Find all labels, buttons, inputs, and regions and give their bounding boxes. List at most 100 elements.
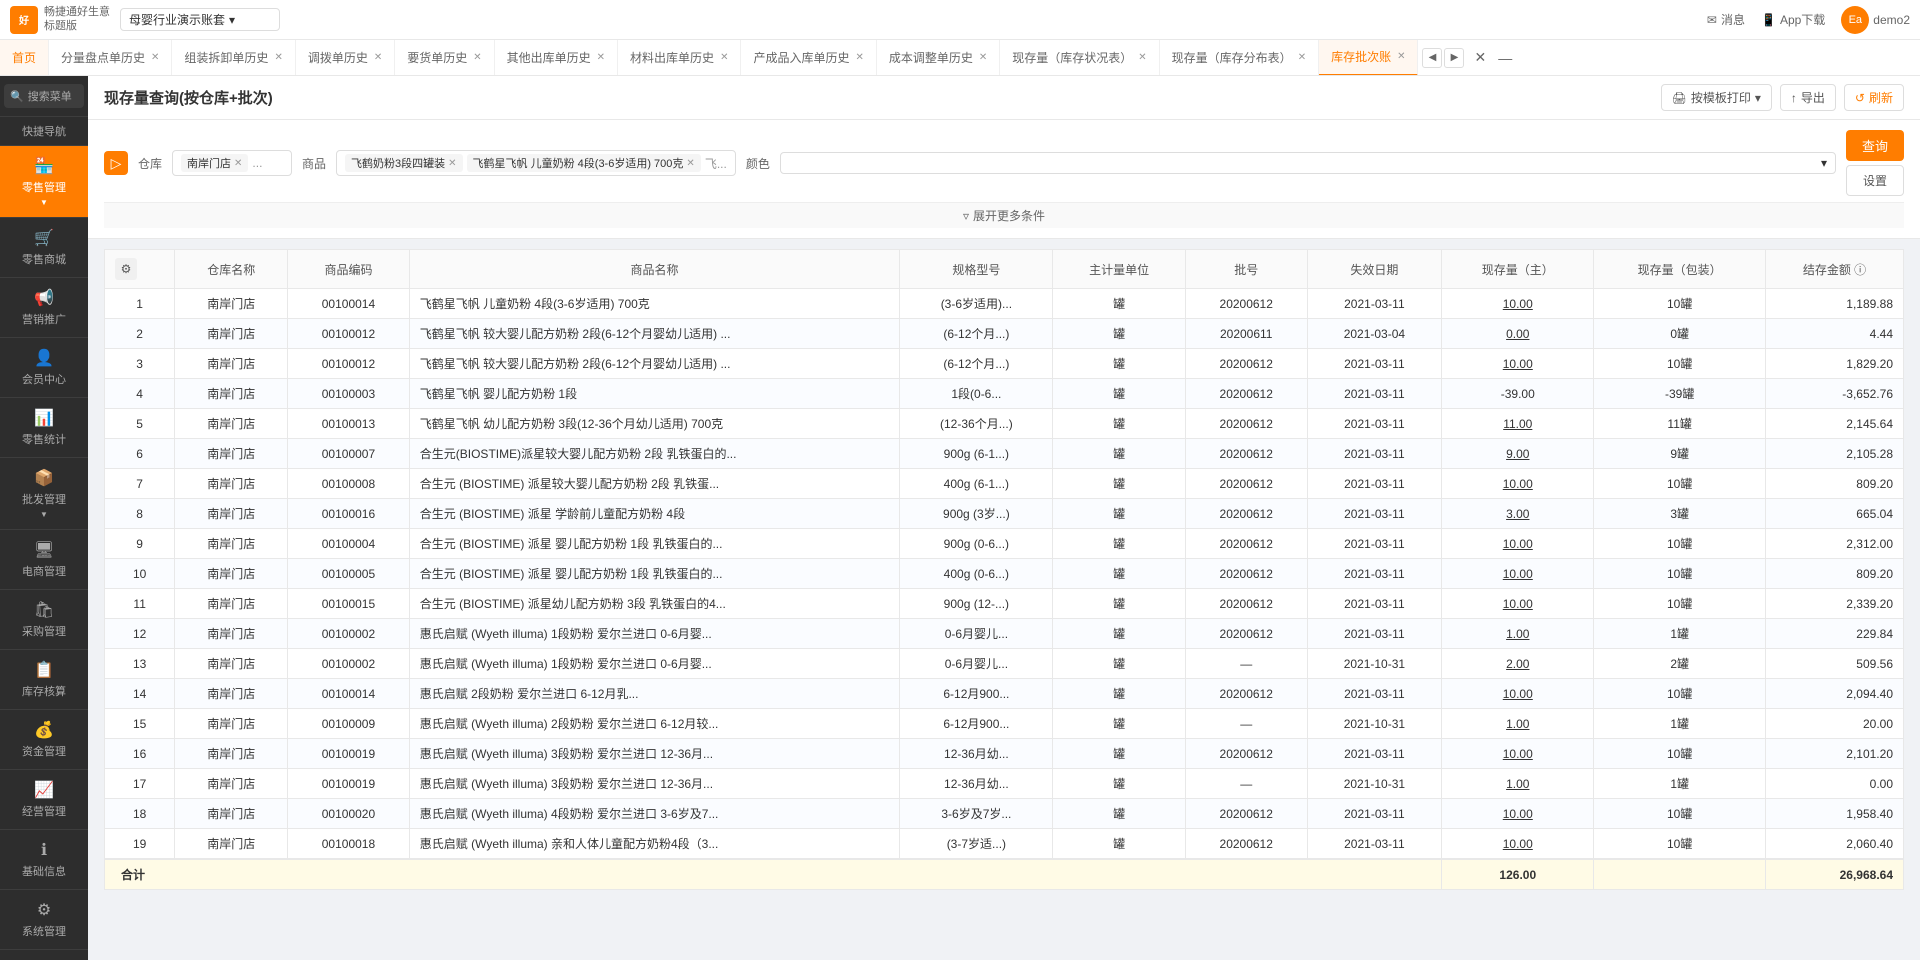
row-qty-main[interactable]: 10.00 (1442, 679, 1594, 709)
purchase-icon: 🛍 (34, 600, 54, 620)
row-qty-main[interactable]: 10.00 (1442, 469, 1594, 499)
filter-expand-left-button[interactable]: ▷ (104, 151, 128, 175)
row-expire: 2021-03-11 (1307, 499, 1442, 529)
row-qty-pkg: 10罐 (1594, 349, 1766, 379)
nav-close-all[interactable]: ✕ (1468, 49, 1492, 66)
tab-inventory-status[interactable]: 现存量（库存状况表） ✕ (1000, 40, 1159, 76)
warehouse-selector[interactable]: 母婴行业演示账套 ▾ (120, 8, 280, 31)
row-qty-main[interactable]: 3.00 (1442, 499, 1594, 529)
row-qty-main[interactable]: 10.00 (1442, 349, 1594, 379)
search-menu[interactable]: 🔍 搜索菜单 (4, 84, 84, 108)
row-qty-main[interactable]: 10.00 (1442, 589, 1594, 619)
close-icon[interactable]: ✕ (979, 52, 987, 63)
close-icon[interactable]: ✕ (1397, 51, 1405, 62)
row-batch: 20200612 (1185, 619, 1307, 649)
close-icon[interactable]: ✕ (855, 52, 863, 63)
row-qty-main[interactable]: 10.00 (1442, 739, 1594, 769)
close-icon[interactable]: ✕ (1138, 52, 1146, 63)
close-icon[interactable]: ✕ (597, 52, 605, 63)
tab-material-out-history[interactable]: 材料出库单历史 ✕ (618, 40, 741, 76)
nav-next-arrow[interactable]: ▶ (1444, 48, 1464, 68)
row-name: 合生元 (BIOSTIME) 派星 婴儿配方奶粉 1段 乳铁蛋白的... (409, 529, 900, 559)
row-unit: 罐 (1053, 649, 1185, 679)
row-batch: 20200612 (1185, 559, 1307, 589)
close-icon[interactable]: ✕ (1298, 52, 1306, 63)
sidebar-search-area[interactable]: 🔍 搜索菜单 (0, 76, 88, 117)
sidebar-item-system[interactable]: ⚙ 系统管理 (0, 890, 88, 950)
close-icon[interactable]: ✕ (151, 52, 159, 63)
advance-toggle[interactable]: ▿ 展开更多条件 (104, 202, 1904, 228)
template-print-button[interactable]: 🖨 按模板打印 ▾ (1661, 84, 1772, 111)
export-button[interactable]: ↑ 导出 (1780, 84, 1836, 111)
tab-transfer-history[interactable]: 调拨单历史 ✕ (296, 40, 395, 76)
row-qty-main[interactable]: 2.00 (1442, 649, 1594, 679)
sidebar-item-retail-stats[interactable]: 📊 零售统计 (0, 398, 88, 458)
tab-assembly-history[interactable]: 组装拆卸单历史 ✕ (172, 40, 295, 76)
sidebar-item-marketing[interactable]: 📢 营销推广 (0, 278, 88, 338)
tab-cost-adjust-history[interactable]: 成本调整单历史 ✕ (877, 40, 1000, 76)
filter-more-dots[interactable]: ... (252, 156, 262, 170)
message-action[interactable]: ✉ 消息 (1707, 11, 1745, 28)
row-unit: 罐 (1053, 829, 1185, 860)
row-qty-main[interactable]: 10.00 (1442, 529, 1594, 559)
close-icon[interactable]: ✕ (473, 52, 481, 63)
sidebar-item-wholesale[interactable]: 📦 批发管理 ▼ (0, 458, 88, 530)
row-qty-main[interactable]: 11.00 (1442, 409, 1594, 439)
row-qty-main[interactable]: 10.00 (1442, 289, 1594, 319)
row-qty-main[interactable]: 1.00 (1442, 769, 1594, 799)
close-icon[interactable]: ✕ (374, 52, 382, 63)
sidebar-item-operations[interactable]: 📈 经营管理 (0, 770, 88, 830)
close-icon[interactable]: ✕ (274, 52, 282, 63)
row-qty-main[interactable]: 1.00 (1442, 709, 1594, 739)
nav-minimize[interactable]: — (1492, 50, 1518, 66)
chevron-down-icon: ▾ (1755, 91, 1761, 105)
settings-button[interactable]: 设置 (1846, 165, 1904, 196)
sidebar-item-finance[interactable]: 💰 资金管理 (0, 710, 88, 770)
column-settings-button[interactable]: ⚙ (115, 258, 137, 280)
table-row: 18 南岸门店 00100020 惠氏启赋 (Wyeth illuma) 4段奶… (105, 799, 1904, 829)
sidebar-item-retail-management[interactable]: 🏪 零售管理 ▼ (0, 146, 88, 218)
row-spec: 900g (12-...) (900, 589, 1053, 619)
row-qty-main[interactable]: 9.00 (1442, 439, 1594, 469)
close-icon[interactable]: ✕ (720, 52, 728, 63)
sidebar-item-purchase[interactable]: 🛍 采购管理 (0, 590, 88, 650)
tab-home[interactable]: 首页 (0, 40, 49, 76)
row-num: 5 (105, 409, 175, 439)
warehouse-tag-close[interactable]: ✕ (234, 158, 242, 169)
row-qty-main[interactable]: -39.00 (1442, 379, 1594, 409)
sidebar-item-inventory[interactable]: 📋 库存核算 (0, 650, 88, 710)
app-download-action[interactable]: 📱 App下载 (1761, 11, 1825, 28)
tab-inventory-batch[interactable]: 库存批次账 ✕ (1319, 40, 1418, 76)
sidebar-item-retail-store[interactable]: 🛒 零售商城 (0, 218, 88, 278)
tab-other-out-history[interactable]: 其他出库单历史 ✕ (495, 40, 618, 76)
tab-split-history[interactable]: 分量盘点单历史 ✕ (49, 40, 172, 76)
row-qty-main[interactable]: 10.00 (1442, 799, 1594, 829)
user-action[interactable]: Ea demo2 (1841, 6, 1910, 34)
sidebar-item-basic-info[interactable]: ℹ 基础信息 (0, 830, 88, 890)
row-expire: 2021-03-11 (1307, 529, 1442, 559)
sidebar-quick-nav[interactable]: 快捷导航 (0, 117, 88, 146)
sidebar-item-ecommerce[interactable]: 🖥 电商管理 (0, 530, 88, 590)
row-qty-main[interactable]: 1.00 (1442, 619, 1594, 649)
warehouse-filter[interactable]: 南岸门店 ✕ ... (172, 150, 292, 176)
tab-product-in-history[interactable]: 产成品入库单历史 ✕ (741, 40, 876, 76)
row-qty-main[interactable]: 10.00 (1442, 829, 1594, 860)
row-name: 飞鹤星飞帆 婴儿配方奶粉 1段 (409, 379, 900, 409)
color-filter[interactable]: ▾ (780, 152, 1836, 174)
row-qty-main[interactable]: 10.00 (1442, 559, 1594, 589)
goods-tag-1-close[interactable]: ✕ (448, 158, 456, 169)
refresh-button[interactable]: ↺ 刷新 (1844, 84, 1904, 111)
goods-filter[interactable]: 飞鹤奶粉3段四罐装 ✕ 飞鹤星飞帆 儿童奶粉 4段(3-6岁适用) 700克 ✕… (336, 150, 736, 176)
tab-order-history[interactable]: 要货单历史 ✕ (395, 40, 494, 76)
row-qty-main[interactable]: 0.00 (1442, 319, 1594, 349)
row-code: 00100020 (288, 799, 410, 829)
color-dropdown-icon[interactable]: ▾ (1821, 156, 1827, 170)
query-button[interactable]: 查询 (1846, 130, 1904, 161)
goods-filter-more[interactable]: 飞... (705, 155, 727, 172)
sidebar-item-enterprise[interactable]: 🤝 企业协同 (0, 950, 88, 960)
nav-prev-arrow[interactable]: ◀ (1422, 48, 1442, 68)
row-spec: (3-6岁适用)... (900, 289, 1053, 319)
goods-tag-2-close[interactable]: ✕ (686, 158, 694, 169)
tab-inventory-distribution[interactable]: 现存量（库存分布表） ✕ (1160, 40, 1319, 76)
sidebar-item-member-center[interactable]: 👤 会员中心 (0, 338, 88, 398)
